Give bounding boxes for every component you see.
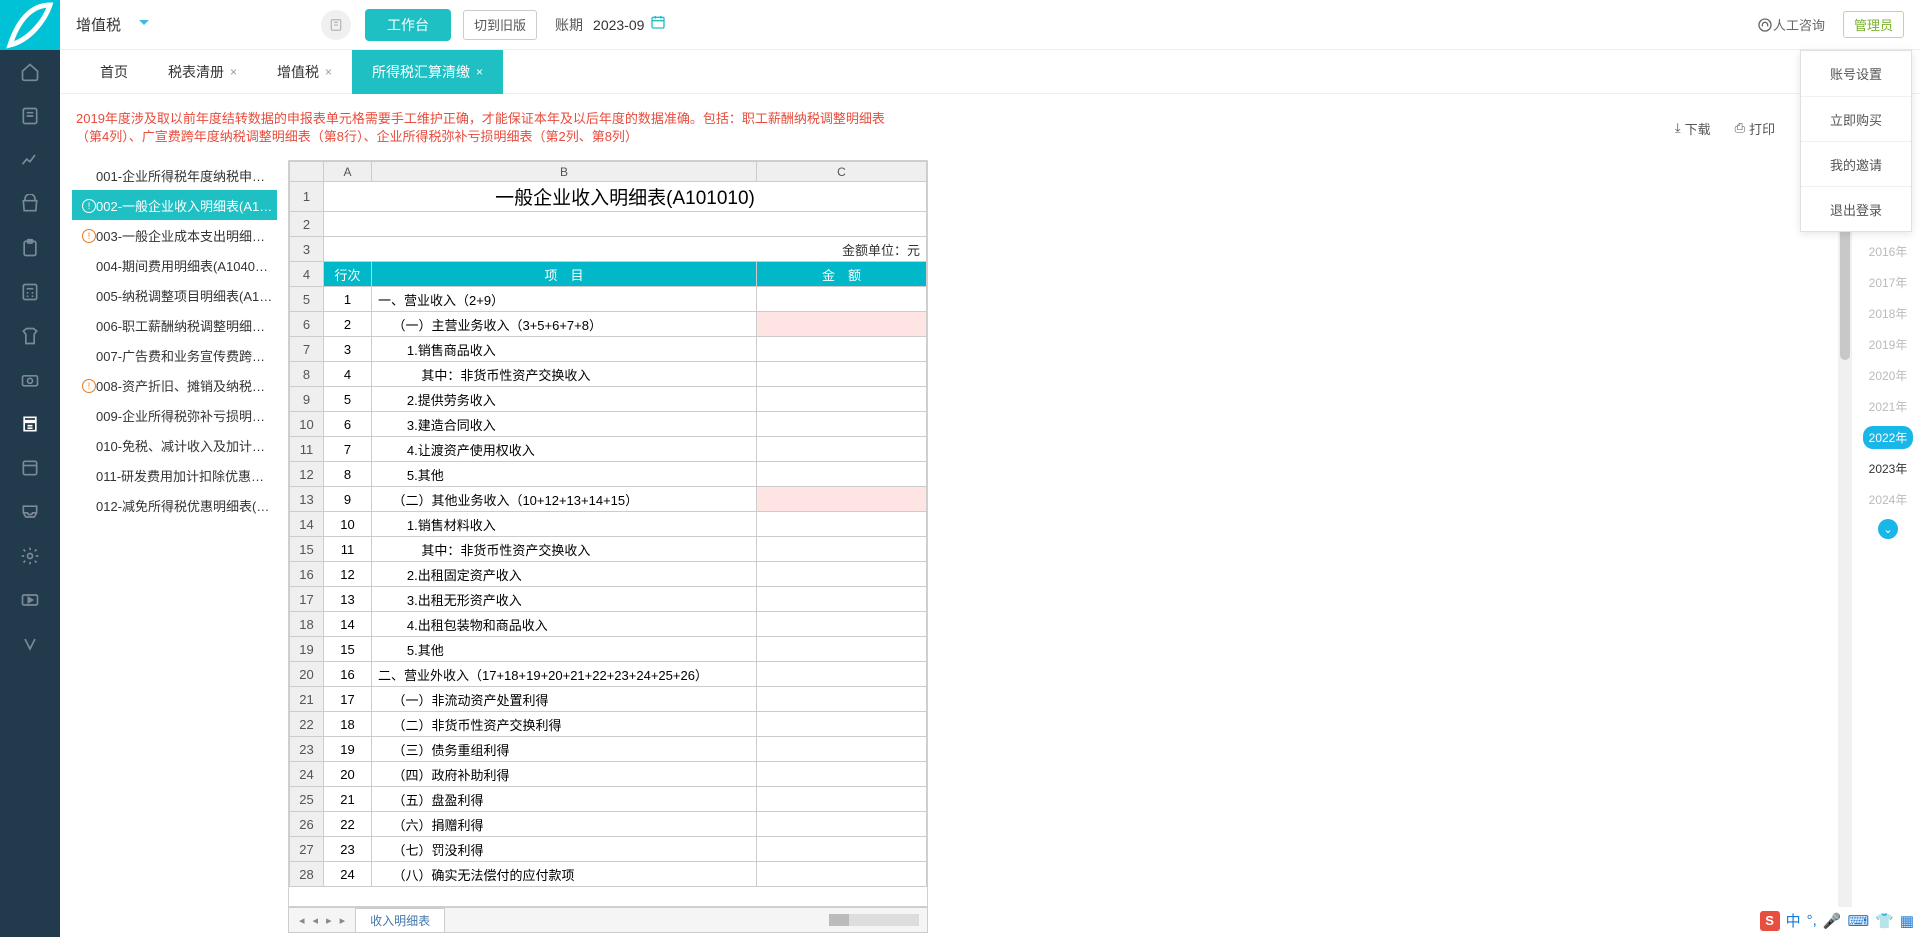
nav-chart-icon[interactable]	[0, 138, 60, 182]
close-icon[interactable]: ×	[476, 65, 483, 79]
year-2020年[interactable]: 2020年	[1863, 364, 1914, 387]
year-2019年[interactable]: 2019年	[1863, 333, 1914, 356]
form-item-006[interactable]: 006-职工薪酬纳税调整明细…	[72, 310, 277, 340]
ime-skin-icon[interactable]: 👕	[1875, 912, 1894, 930]
form-item-002[interactable]: 002-一般企业收入明细表(A1…	[72, 190, 277, 220]
year-2017年[interactable]: 2017年	[1863, 271, 1914, 294]
tab-所得税汇算清缴[interactable]: 所得税汇算清缴×	[352, 50, 503, 94]
nav-cash-icon[interactable]	[0, 358, 60, 402]
switch-old-button[interactable]: 切到旧版	[463, 10, 537, 40]
warn-icon	[82, 377, 96, 393]
form-item-label: 009-企业所得税弥补亏损明…	[96, 406, 265, 425]
nav-shirt-icon[interactable]	[0, 314, 60, 358]
ime-punct-icon[interactable]: °,	[1807, 912, 1817, 929]
usermenu-退出登录[interactable]: 退出登录	[1801, 186, 1911, 231]
nav-gear-icon[interactable]	[0, 534, 60, 578]
sheet-nav-arrows[interactable]: ◂◂▸▸	[289, 914, 355, 927]
period-label: 账期	[555, 15, 583, 35]
year-selector: 2016年 2017年 2018年 2019年 2020年 2021年 2022年 2023年…	[1862, 240, 1914, 539]
period-value[interactable]: 2023-09	[593, 17, 644, 33]
nav-home-icon[interactable]	[0, 50, 60, 94]
sheet-name-tab[interactable]: 收入明细表	[355, 908, 445, 932]
year-2022年[interactable]: 2022年	[1863, 426, 1914, 449]
form-item-003[interactable]: 003-一般企业成本支出明细…	[72, 220, 277, 250]
form-item-010[interactable]: 010-免税、减计收入及加计…	[72, 430, 277, 460]
page-tabs: 首页税表清册×增值税×所得税汇算清缴×	[60, 50, 1920, 94]
form-item-label: 004-期间费用明细表(A1040…	[96, 256, 268, 275]
nav-tax-icon[interactable]	[0, 402, 60, 446]
app-logo[interactable]	[0, 0, 60, 50]
usermenu-我的邀请[interactable]: 我的邀请	[1801, 141, 1911, 186]
form-item-label: 010-免税、减计收入及加计…	[96, 436, 265, 455]
nav-inbox-icon[interactable]	[0, 490, 60, 534]
nav-video-icon[interactable]	[0, 578, 60, 622]
ime-mic-icon[interactable]: 🎤	[1823, 912, 1842, 930]
form-item-008[interactable]: 008-资产折旧、摊销及纳税…	[72, 370, 277, 400]
sheet-tab-bar: ◂◂▸▸ 收入明细表	[288, 907, 928, 933]
form-item-label: 005-纳税调整项目明细表(A1…	[96, 286, 272, 305]
left-nav	[0, 0, 60, 937]
notice-bar: 2019年度涉及取以前年度结转数据的申报表单元格需要手工维护正确，才能保证本年及…	[76, 106, 1840, 150]
year-2024年[interactable]: 2024年	[1863, 488, 1914, 511]
calendar-icon[interactable]	[650, 14, 666, 35]
year-2016年[interactable]: 2016年	[1863, 240, 1914, 263]
tab-首页[interactable]: 首页	[80, 50, 148, 94]
ime-lang[interactable]: 中	[1786, 910, 1801, 931]
year-2018年[interactable]: 2018年	[1863, 302, 1914, 325]
ime-bar: S 中 °, 🎤 ⌨ 👕 ▦	[1760, 910, 1914, 931]
form-item-label: 003-一般企业成本支出明细…	[96, 226, 265, 245]
form-item-label: 001-企业所得税年度纳税申…	[96, 166, 265, 185]
form-item-007[interactable]: 007-广告费和业务宣传费跨…	[72, 340, 277, 370]
form-item-001[interactable]: 001-企业所得税年度纳税申…	[72, 160, 277, 190]
form-item-label: 002-一般企业收入明细表(A1…	[96, 196, 272, 215]
workbench-button[interactable]: 工作台	[365, 9, 451, 41]
form-item-label: 007-广告费和业务宣传费跨…	[96, 346, 265, 365]
admin-badge[interactable]: 管理员	[1843, 11, 1904, 38]
form-list: 001-企业所得税年度纳税申… 002-一般企业收入明细表(A1… 003-一般企业…	[72, 160, 277, 917]
year-2023年[interactable]: 2023年	[1863, 457, 1914, 480]
form-item-012[interactable]: 012-减免所得税优惠明细表(…	[72, 490, 277, 520]
usermenu-账号设置[interactable]: 账号设置	[1801, 51, 1911, 96]
form-item-label: 011-研发费用加计扣除优惠…	[96, 466, 264, 485]
warning-text: 2019年度涉及取以前年度结转数据的申报表单元格需要手工维护正确，才能保证本年及…	[76, 110, 896, 146]
nav-clipboard-icon[interactable]	[0, 226, 60, 270]
close-icon[interactable]: ×	[325, 65, 332, 79]
year-more-icon[interactable]: ⌄	[1878, 519, 1898, 539]
usermenu-立即购买[interactable]: 立即购买	[1801, 96, 1911, 141]
form-item-011[interactable]: 011-研发费用加计扣除优惠…	[72, 460, 277, 490]
nav-calc-icon[interactable]	[0, 270, 60, 314]
form-item-label: 008-资产折旧、摊销及纳税…	[96, 376, 265, 395]
form-item-009[interactable]: 009-企业所得税弥补亏损明…	[72, 400, 277, 430]
download-action[interactable]: ⤓ 下载	[1675, 119, 1711, 138]
print-action[interactable]: ⎙ 打印	[1735, 119, 1775, 138]
vertical-scrollbar[interactable]	[1838, 160, 1852, 907]
tab-税表清册[interactable]: 税表清册×	[148, 50, 257, 94]
module-dropdown[interactable]: 增值税	[76, 14, 121, 35]
top-bar: 增值税 工作台 切到旧版 账期 2023-09 人工咨询 管理员	[60, 0, 1920, 50]
ime-tool-icon[interactable]: ▦	[1900, 912, 1914, 930]
form-item-label: 006-职工薪酬纳税调整明细…	[96, 316, 265, 335]
consult-link[interactable]: 人工咨询	[1757, 15, 1825, 34]
nav-archive-icon[interactable]	[0, 446, 60, 490]
nav-doc-icon[interactable]	[0, 94, 60, 138]
ime-keyboard-icon[interactable]: ⌨	[1847, 912, 1869, 930]
round-toggle-icon[interactable]	[321, 10, 351, 40]
form-item-005[interactable]: 005-纳税调整项目明细表(A1…	[72, 280, 277, 310]
nav-bag-icon[interactable]	[0, 182, 60, 226]
user-menu: 账号设置立即购买我的邀请退出登录	[1800, 50, 1912, 232]
ime-logo-icon: S	[1760, 911, 1780, 931]
warn-icon	[82, 197, 96, 213]
form-item-label: 012-减免所得税优惠明细表(…	[96, 496, 269, 515]
horizontal-scrollbar[interactable]	[829, 914, 919, 926]
nav-v-icon[interactable]	[0, 622, 60, 666]
spreadsheet: ABC1一般企业收入明细表(A101010)23金额单位：元4行次项 目金 额5…	[288, 160, 928, 907]
year-2021年[interactable]: 2021年	[1863, 395, 1914, 418]
close-icon[interactable]: ×	[230, 65, 237, 79]
form-item-004[interactable]: 004-期间费用明细表(A1040…	[72, 250, 277, 280]
warn-icon	[82, 227, 96, 243]
tab-增值税[interactable]: 增值税×	[257, 50, 352, 94]
